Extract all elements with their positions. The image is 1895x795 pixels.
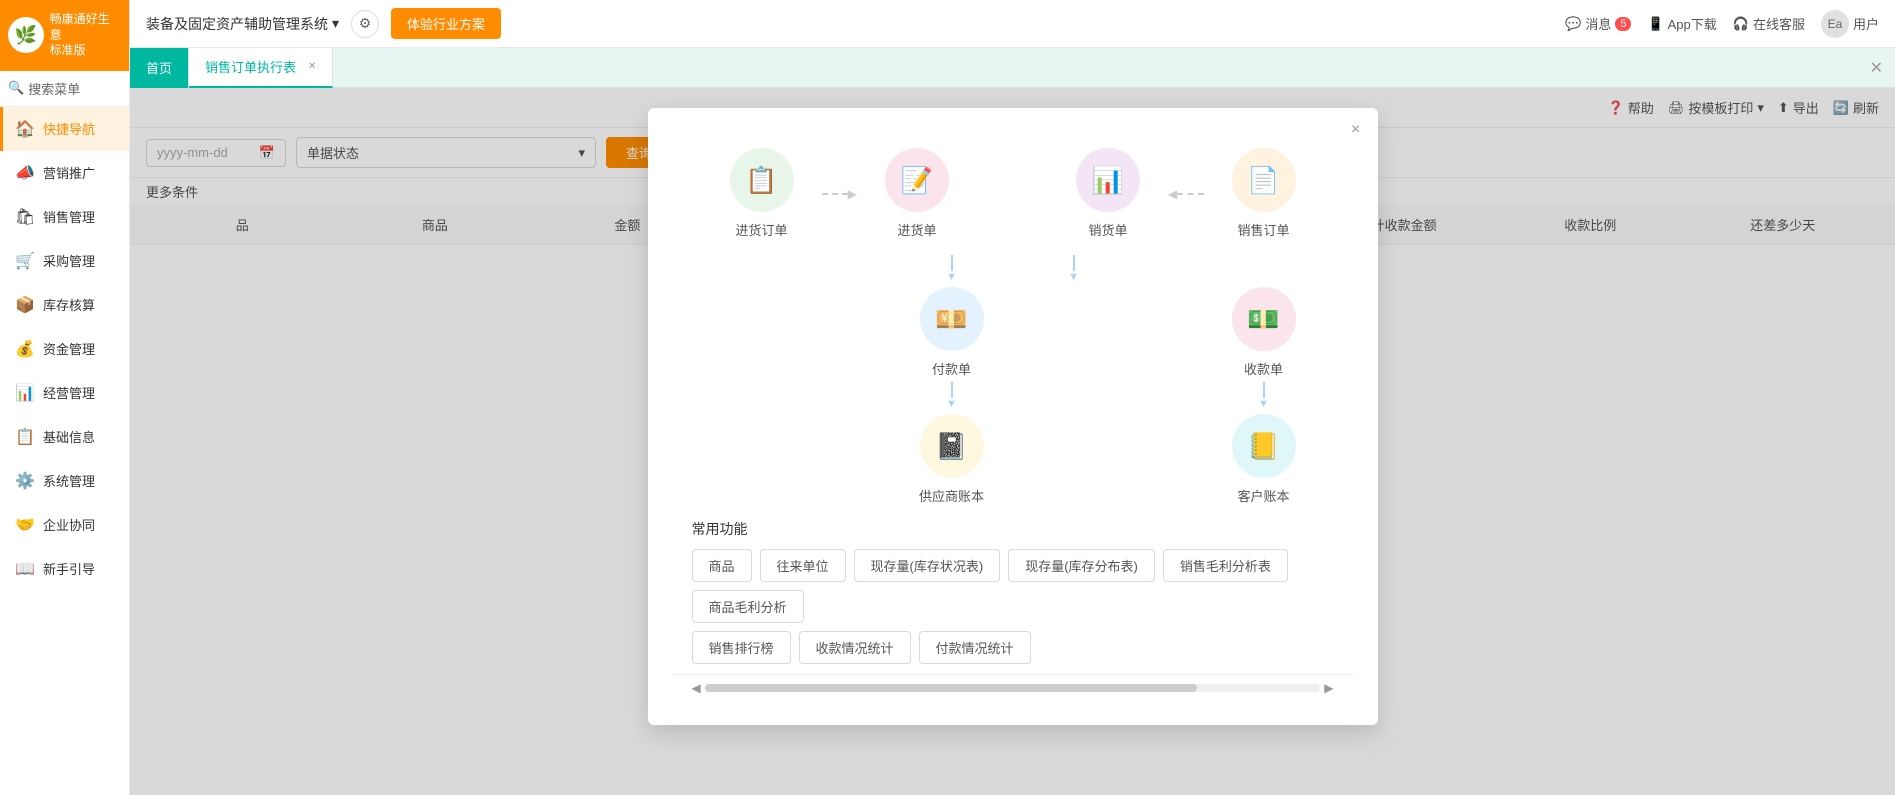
avatar: Ea (1821, 10, 1849, 38)
tabs-bar: 首页 销售订单执行表 ✕ ✕ (130, 48, 1895, 88)
header-right: 💬 消息 5 📱 App下载 🎧 在线客服 Ea 用户 (1565, 10, 1879, 38)
flow-modal: × 📋 进货订单 ▶ (648, 108, 1378, 725)
arrow-purchase-to-inbound: ▶ (822, 187, 858, 201)
finance-icon: 💰 (15, 339, 35, 359)
func-btn-stock-status[interactable]: 现存量(库存状况表) (854, 549, 1001, 582)
func-btn-sales-ranking[interactable]: 销售排行榜 (692, 631, 791, 664)
home-icon: 🏠 (15, 119, 35, 139)
flow-item-sales[interactable]: 📊 销货单 (1048, 148, 1168, 239)
experience-btn[interactable]: 体验行业方案 (391, 8, 501, 39)
user-menu[interactable]: Ea 用户 (1821, 10, 1879, 38)
logo-text: 畅康通好生意 标准版 (50, 12, 121, 59)
customer-ledger-icon: 📒 (1232, 414, 1296, 478)
sidebar-item-inventory[interactable]: 📦 库存核算 (0, 283, 129, 327)
sidebar-item-quick-nav[interactable]: 🏠 快捷导航 (0, 107, 129, 151)
message-icon: 💬 (1565, 16, 1581, 32)
system-title-dropdown[interactable]: 装备及固定资产辅助管理系统 ▾ (146, 14, 339, 34)
supplier-ledger-icon: 📓 (920, 414, 984, 478)
flow-item-customer-ledger[interactable]: 📒 客户账本 (1204, 414, 1324, 505)
common-functions-section: 常用功能 商品 往来单位 现存量(库存状况表) 现存量(库存分布表) 销售毛利分… (672, 509, 1354, 674)
logo-icon: 🌿 (8, 17, 44, 53)
common-functions-title: 常用功能 (692, 519, 1334, 539)
flow-item-supplier-ledger[interactable]: 📓 供应商账本 (892, 414, 1012, 505)
func-btn-goods-margin[interactable]: 商品毛利分析 (692, 590, 804, 623)
purchase-order-icon: 📋 (730, 148, 794, 212)
modal-overlay[interactable]: × 📋 进货订单 ▶ (130, 88, 1895, 795)
inbound-icon: 📝 (885, 148, 949, 212)
content-area: ❓ 帮助 🖨 按模板打印 ▾ ⬆ 导出 🔄 (130, 88, 1895, 795)
receipt-icon: 💵 (1232, 287, 1296, 351)
flow-item-payment[interactable]: 💴 付款单 (892, 287, 1012, 378)
func-btn-partners[interactable]: 往来单位 (760, 549, 846, 582)
flow-item-inbound[interactable]: 📝 进货单 (857, 148, 977, 239)
arrow-salesorder-to-sales: ◀ (1168, 187, 1204, 201)
settings-gear-button[interactable]: ⚙ (351, 10, 379, 38)
arrow-inbound-to-payment: ▼ (892, 255, 1012, 283)
func-btn-payment-stats[interactable]: 付款情况统计 (919, 631, 1031, 664)
func-btn-sales-margin[interactable]: 销售毛利分析表 (1163, 549, 1288, 582)
message-btn[interactable]: 💬 消息 5 (1565, 14, 1631, 33)
marketing-icon: 📣 (15, 163, 35, 183)
main-area: 装备及固定资产辅助管理系统 ▾ ⚙ 体验行业方案 💬 消息 5 📱 App下载 … (130, 0, 1895, 795)
func-btn-receipt-stats[interactable]: 收款情况统计 (799, 631, 911, 664)
scrollbar-track[interactable] (705, 684, 1321, 692)
sidebar-item-beginner[interactable]: 📖 新手引导 (0, 547, 129, 591)
operations-icon: 📊 (15, 383, 35, 403)
flow-item-receipt[interactable]: 💵 收款单 (1204, 287, 1324, 378)
func-buttons: 商品 往来单位 现存量(库存状况表) 现存量(库存分布表) 销售毛利分析表 商品… (692, 549, 1334, 623)
arrow-receipt-to-customer: ▼ (1204, 382, 1324, 410)
sidebar: 🌿 畅康通好生意 标准版 🔍 搜索菜单 🏠 快捷导航 📣 营销推广 🛍 销售管理 (0, 0, 130, 795)
close-all-tabs-icon[interactable]: ✕ (1870, 58, 1883, 78)
func-btn-stock-dist[interactable]: 现存量(库存分布表) (1008, 549, 1155, 582)
flow-item-purchase-order[interactable]: 📋 进货订单 (702, 148, 822, 239)
sidebar-logo: 🌿 畅康通好生意 标准版 (0, 0, 129, 71)
sales-icon: 🛍 (15, 207, 35, 227)
flow-item-sales-order[interactable]: 📄 销售订单 (1204, 148, 1324, 239)
sidebar-nav: 🏠 快捷导航 📣 营销推广 🛍 销售管理 🛒 采购管理 📦 库存核算 💰 (0, 107, 129, 795)
modal-close-btn[interactable]: × (1344, 118, 1368, 142)
sidebar-item-operations[interactable]: 📊 经营管理 (0, 371, 129, 415)
headset-icon: 🎧 (1733, 16, 1749, 32)
sidebar-item-corp[interactable]: 🤝 企业协同 (0, 503, 129, 547)
chevron-down-icon: ▾ (332, 15, 339, 32)
sales-icon: 📊 (1076, 148, 1140, 212)
func-btn-goods[interactable]: 商品 (692, 549, 752, 582)
sidebar-item-purchase[interactable]: 🛒 采购管理 (0, 239, 129, 283)
online-service-btn[interactable]: 🎧 在线客服 (1733, 14, 1805, 33)
tab-home[interactable]: 首页 (130, 48, 189, 88)
arrow-payment-to-supplier: ▼ (892, 382, 1012, 410)
beginner-icon: 📖 (15, 559, 35, 579)
sidebar-item-system[interactable]: ⚙️ 系统管理 (0, 459, 129, 503)
corp-icon: 🤝 (15, 515, 35, 535)
header: 装备及固定资产辅助管理系统 ▾ ⚙ 体验行业方案 💬 消息 5 📱 App下载 … (130, 0, 1895, 48)
purchase-icon: 🛒 (15, 251, 35, 271)
search-icon: 🔍 (8, 80, 24, 96)
sidebar-item-finance[interactable]: 💰 资金管理 (0, 327, 129, 371)
app-download-btn[interactable]: 📱 App下载 (1647, 14, 1716, 33)
sidebar-item-basic-info[interactable]: 📋 基础信息 (0, 415, 129, 459)
inventory-icon: 📦 (15, 295, 35, 315)
tab-close-icon[interactable]: ✕ (308, 61, 316, 72)
func-buttons-row2: 销售排行榜 收款情况统计 付款情况统计 (692, 631, 1334, 664)
system-icon: ⚙️ (15, 471, 35, 491)
tab-sales-exec[interactable]: 销售订单执行表 ✕ (189, 48, 333, 88)
sidebar-item-marketing[interactable]: 📣 营销推广 (0, 151, 129, 195)
scroll-right-btn[interactable]: ▶ (1324, 681, 1333, 695)
sidebar-item-sales[interactable]: 🛍 销售管理 (0, 195, 129, 239)
modal-scrollbar: ◀ ▶ (672, 674, 1354, 701)
scroll-left-btn[interactable]: ◀ (692, 681, 701, 695)
payment-icon: 💴 (920, 287, 984, 351)
basic-info-icon: 📋 (15, 427, 35, 447)
download-icon: 📱 (1647, 16, 1663, 32)
sales-order-icon: 📄 (1232, 148, 1296, 212)
scrollbar-thumb (705, 684, 1197, 692)
arrow-sales-to-receipt: ▼ (1014, 255, 1134, 283)
sidebar-search[interactable]: 🔍 搜索菜单 (0, 71, 129, 107)
flow-diagram: 📋 进货订单 ▶ 📝 进货单 (672, 132, 1354, 509)
